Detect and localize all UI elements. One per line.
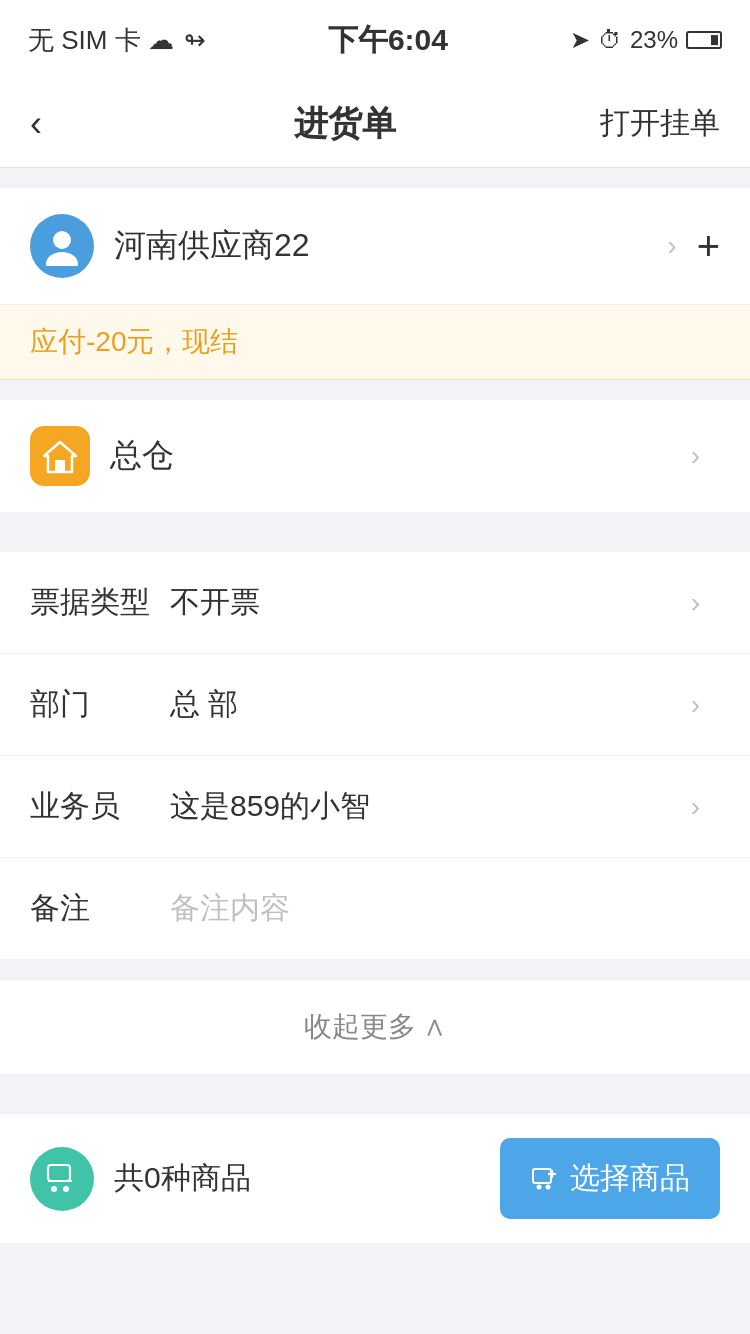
location-icon: ➤ (570, 26, 590, 54)
select-goods-label: 选择商品 (570, 1158, 690, 1199)
collapse-row[interactable]: 收起更多 ∧ (0, 979, 750, 1074)
battery-icon (686, 31, 722, 49)
supplier-name: 河南供应商22 (114, 224, 667, 268)
warehouse-row[interactable]: 总仓 › (0, 400, 750, 512)
section-gap-4 (0, 1074, 750, 1094)
open-pending-button[interactable]: 打开挂单 (600, 103, 720, 144)
form-section: 票据类型 不开票 › 部门 总 部 › 业务员 这是859的小智 › 备注 备注… (0, 552, 750, 959)
add-supplier-button[interactable]: + (697, 226, 720, 266)
back-button[interactable]: ‹ (30, 103, 90, 145)
battery-percent: 23% (630, 26, 678, 54)
department-row[interactable]: 部门 总 部 › (0, 654, 750, 756)
salesperson-label: 业务员 (30, 786, 150, 827)
department-chevron-icon: › (691, 689, 700, 721)
wifi-icon: ↬ (184, 25, 206, 56)
svg-point-0 (53, 231, 71, 249)
section-gap-3 (0, 512, 750, 532)
warehouse-chevron-icon: › (691, 440, 700, 472)
svg-point-5 (51, 1186, 57, 1192)
salesperson-value: 这是859的小智 (150, 786, 691, 827)
salesperson-row[interactable]: 业务员 这是859的小智 › (0, 756, 750, 858)
svg-point-1 (46, 252, 78, 266)
svg-point-6 (63, 1186, 69, 1192)
nav-bar: ‹ 进货单 打开挂单 (0, 80, 750, 168)
warehouse-section: 总仓 › (0, 400, 750, 512)
select-goods-icon (530, 1164, 560, 1194)
page-title: 进货单 (294, 101, 396, 147)
person-icon (42, 226, 82, 266)
supplier-avatar (30, 214, 94, 278)
invoice-type-label: 票据类型 (30, 582, 150, 623)
salesperson-chevron-icon: › (691, 791, 700, 823)
invoice-type-row[interactable]: 票据类型 不开票 › (0, 552, 750, 654)
supplier-row[interactable]: 河南供应商22 › + (0, 188, 750, 305)
section-gap-1 (0, 168, 750, 188)
status-left: 无 SIM 卡 ☁ ↬ (28, 23, 206, 58)
select-goods-button[interactable]: 选择商品 (500, 1138, 720, 1219)
remark-row[interactable]: 备注 备注内容 (0, 858, 750, 959)
sim-status: 无 SIM 卡 ☁ (28, 23, 174, 58)
svg-rect-4 (48, 1165, 70, 1181)
svg-rect-8 (533, 1169, 551, 1183)
bottom-section: 共0种商品 选择商品 (0, 1114, 750, 1243)
warehouse-name: 总仓 (110, 434, 691, 478)
supplier-chevron-icon: › (667, 230, 676, 262)
product-count: 共0种商品 (114, 1158, 480, 1199)
warehouse-icon-wrap (30, 426, 90, 486)
section-gap-2 (0, 380, 750, 400)
department-label: 部门 (30, 684, 150, 725)
remark-input[interactable]: 备注内容 (150, 888, 720, 929)
svg-point-9 (537, 1184, 542, 1189)
supplier-section: 河南供应商22 › + 应付-20元，现结 (0, 188, 750, 380)
remark-label: 备注 (30, 888, 150, 929)
department-value: 总 部 (150, 684, 691, 725)
invoice-type-chevron-icon: › (691, 587, 700, 619)
alarm-icon: ⏱ (598, 26, 622, 54)
svg-point-10 (546, 1184, 551, 1189)
product-icon-wrap (30, 1147, 94, 1211)
status-time: 下午6:04 (328, 20, 448, 61)
svg-rect-3 (55, 460, 65, 472)
invoice-type-value: 不开票 (150, 582, 691, 623)
house-icon (42, 438, 78, 474)
notice-bar: 应付-20元，现结 (0, 305, 750, 380)
cart-icon (44, 1161, 80, 1197)
status-bar: 无 SIM 卡 ☁ ↬ 下午6:04 ➤ ⏱ 23% (0, 0, 750, 80)
status-right: ➤ ⏱ 23% (570, 26, 722, 54)
